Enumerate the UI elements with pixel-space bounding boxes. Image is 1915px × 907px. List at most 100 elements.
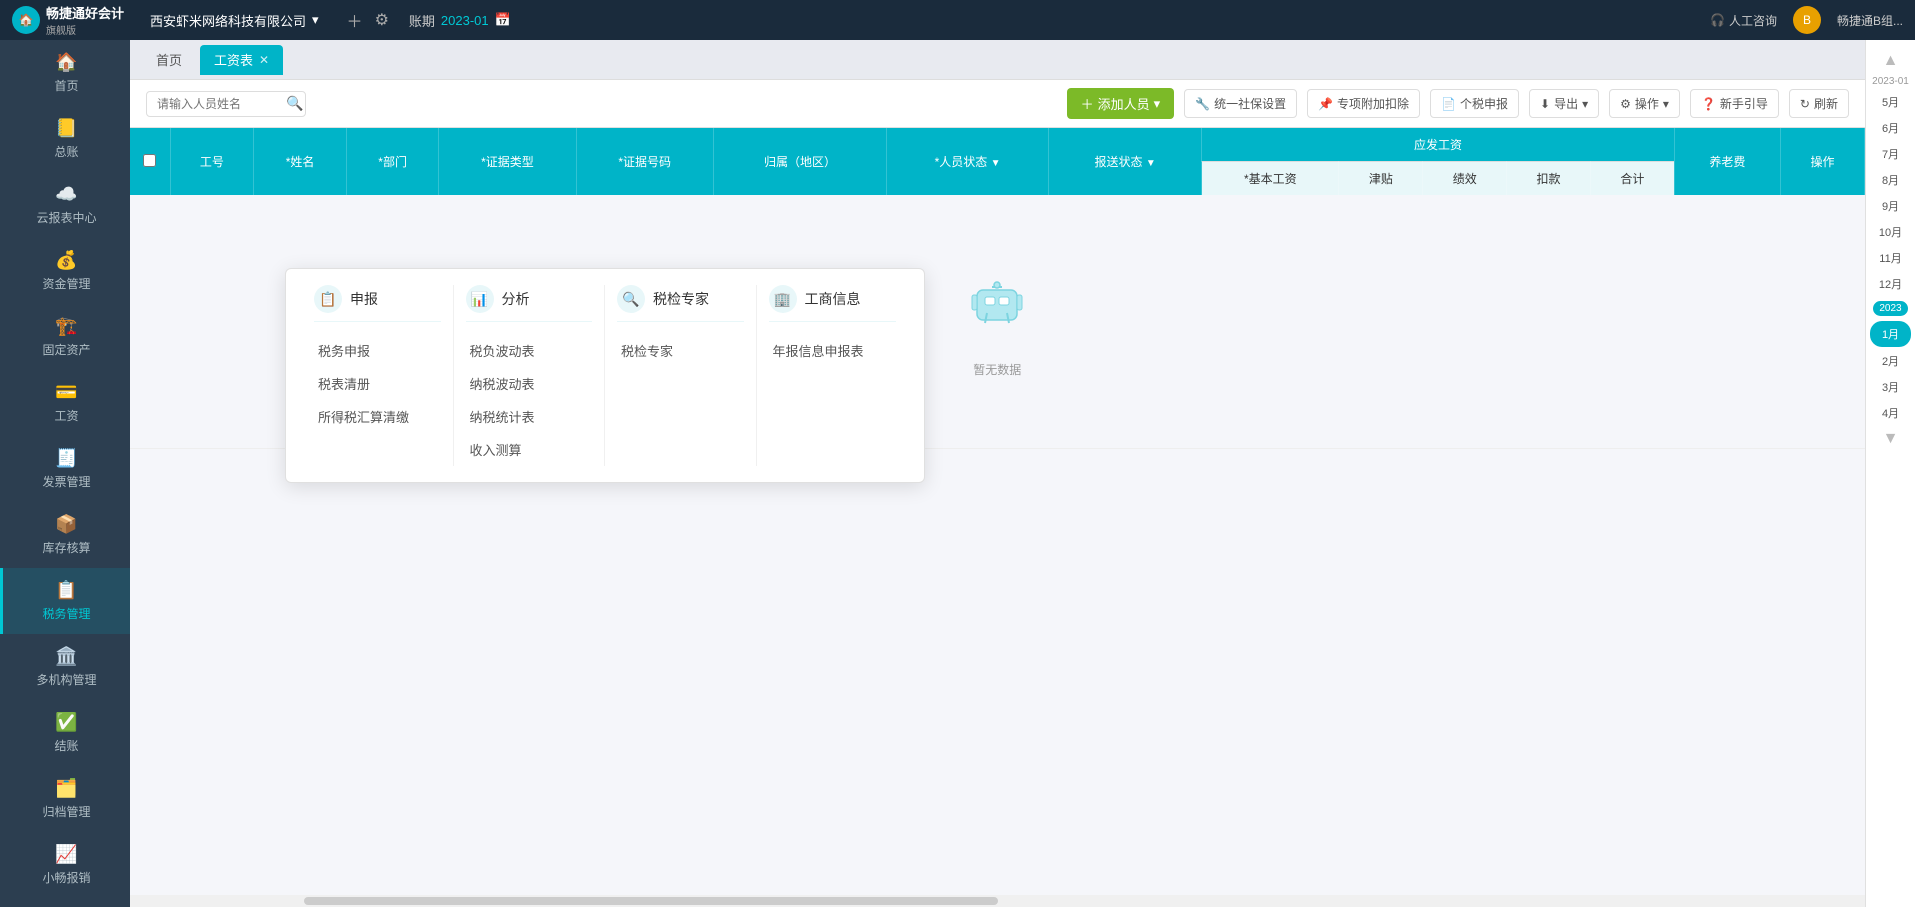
- search-input[interactable]: [146, 91, 306, 117]
- timeline-period-header: 2023-01: [1872, 74, 1909, 89]
- timeline-month-1[interactable]: 1月: [1870, 321, 1911, 347]
- menu-item-income-tax-settlement[interactable]: 所得税汇算清缴: [314, 400, 441, 433]
- special-deduction-icon: 📌: [1318, 97, 1333, 111]
- app-subtitle: 旗舰版: [46, 22, 124, 37]
- submit-filter-icon[interactable]: ▼: [1146, 158, 1156, 169]
- export-btn[interactable]: ⬇ 导出 ▾: [1529, 89, 1599, 118]
- tax-return-icon: 📄: [1441, 97, 1456, 111]
- sidebar-item-ledger[interactable]: 📒 总账: [0, 106, 130, 172]
- timeline-month-6[interactable]: 6月: [1866, 115, 1915, 141]
- th-wage-group: 应发工资: [1202, 128, 1675, 162]
- export-icon: ⬇: [1540, 97, 1550, 111]
- sidebar-item-home[interactable]: 🏠 首页: [0, 40, 130, 106]
- sidebar-item-settle[interactable]: ✅ 结账: [0, 700, 130, 766]
- sidebar-label-invoice: 发票管理: [42, 473, 90, 490]
- special-deduction-btn[interactable]: 📌 专项附加扣除: [1307, 89, 1420, 118]
- sidebar-label-archive: 归档管理: [42, 803, 90, 820]
- add-company-icon[interactable]: ＋: [347, 8, 363, 32]
- timeline-month-4[interactable]: 4月: [1866, 400, 1915, 426]
- settings-icon[interactable]: ⚙: [375, 10, 389, 30]
- add-person-button[interactable]: ＋ 添加人员 ▾: [1067, 88, 1175, 119]
- fixed-assets-icon: 🏗️: [55, 316, 77, 337]
- menu-item-tax-burden-table[interactable]: 税负波动表: [466, 334, 593, 367]
- tab-salary[interactable]: 工资表 ✕: [200, 45, 283, 75]
- support-btn[interactable]: 🎧 人工咨询: [1710, 12, 1777, 29]
- menu-item-tax-check[interactable]: 税检专家: [617, 334, 744, 367]
- scrollbar-thumb[interactable]: [304, 897, 998, 905]
- th-deduction: 扣款: [1507, 162, 1591, 196]
- special-deduction-label: 专项附加扣除: [1337, 95, 1409, 112]
- sidebar-item-fixed-assets[interactable]: 🏗️ 固定资产: [0, 304, 130, 370]
- sidebar-item-report[interactable]: 📈 小畅报销: [0, 832, 130, 898]
- user-name[interactable]: 畅捷通B组...: [1837, 12, 1903, 29]
- dropdown-menu: 📋 申报 税务申报 税表清册 所得税汇算清缴 📊 分析 税负波动表 纳税波动表 …: [285, 268, 925, 483]
- cloud-icon: ☁️: [55, 184, 77, 205]
- th-pension: 养老费: [1674, 128, 1780, 195]
- sidebar-item-payroll[interactable]: 💳 工资: [0, 370, 130, 436]
- guide-btn[interactable]: ❓ 新手引导: [1690, 89, 1779, 118]
- dropdown-arrow-icon: ▾: [312, 12, 319, 28]
- menu-item-tax-statistics[interactable]: 纳税统计表: [466, 400, 593, 433]
- guide-toolbar-icon: ❓: [1701, 97, 1716, 111]
- guide-label: 新手引导: [1720, 95, 1768, 112]
- sidebar-item-tax[interactable]: 📋 税务管理: [0, 568, 130, 634]
- th-basic: *基本工资: [1202, 162, 1339, 196]
- sidebar-item-invoice[interactable]: 🧾 发票管理: [0, 436, 130, 502]
- timeline-month-8[interactable]: 8月: [1866, 167, 1915, 193]
- toolbar-area: 🔍 ＋ 添加人员 ▾ 🔧 统一社保设置 📌 专项附加扣除 📄 个税申报 ⬇: [130, 80, 1865, 128]
- timeline-month-9[interactable]: 9月: [1866, 193, 1915, 219]
- th-performance: 绩效: [1423, 162, 1507, 196]
- settle-icon: ✅: [55, 712, 77, 733]
- timeline-up-arrow[interactable]: ▲: [1879, 48, 1903, 74]
- operation-btn[interactable]: ⚙ 操作 ▾: [1609, 89, 1680, 118]
- th-dept: *部门: [346, 128, 439, 195]
- menu-item-income-test[interactable]: 收入测算: [466, 433, 593, 466]
- company-selector[interactable]: 西安虾米网络科技有限公司 ▾: [142, 7, 327, 34]
- business-info-title: 工商信息: [805, 289, 861, 309]
- calendar-icon[interactable]: 📅: [495, 12, 511, 28]
- logo-icon: 🏠: [12, 6, 40, 34]
- timeline-month-2[interactable]: 2月: [1866, 348, 1915, 374]
- sidebar-item-fund[interactable]: 💰 资金管理: [0, 238, 130, 304]
- th-status: *人员状态 ▼: [887, 128, 1049, 195]
- th-id-no: *证据号码: [576, 128, 713, 195]
- status-filter-icon[interactable]: ▼: [991, 158, 1001, 169]
- tab-home[interactable]: 首页: [142, 45, 196, 75]
- operation-label: 操作: [1635, 95, 1659, 112]
- menu-section-analysis: 📊 分析 税负波动表 纳税波动表 纳税统计表 收入测算: [454, 285, 606, 466]
- menu-item-tax-declaration[interactable]: 税务申报: [314, 334, 441, 367]
- sidebar-item-inventory[interactable]: 📦 库存核算: [0, 502, 130, 568]
- menu-item-tax-payment-table[interactable]: 纳税波动表: [466, 367, 593, 400]
- timeline-month-11[interactable]: 11月: [1866, 245, 1915, 271]
- timeline-month-12[interactable]: 12月: [1866, 271, 1915, 297]
- select-all-header[interactable]: [130, 128, 170, 195]
- menu-item-annual-report[interactable]: 年报信息申报表: [769, 334, 897, 367]
- add-dropdown-icon: ▾: [1154, 96, 1161, 112]
- timeline-month-5[interactable]: 5月: [1866, 89, 1915, 115]
- social-insurance-icon: 🔧: [1195, 97, 1210, 111]
- sidebar-item-settings[interactable]: ⚙️ 基础设置: [0, 898, 130, 907]
- th-name: *姓名: [254, 128, 347, 195]
- sidebar-item-archive[interactable]: 🗂️ 归档管理: [0, 766, 130, 832]
- sidebar-item-cloud-report[interactable]: ☁️ 云报表中心: [0, 172, 130, 238]
- user-avatar[interactable]: B: [1793, 6, 1821, 34]
- select-all-checkbox[interactable]: [143, 154, 156, 167]
- timeline-month-7[interactable]: 7月: [1866, 141, 1915, 167]
- social-insurance-btn[interactable]: 🔧 统一社保设置: [1184, 89, 1297, 118]
- home-icon: 🏠: [55, 52, 77, 73]
- tab-close-icon[interactable]: ✕: [259, 53, 269, 67]
- menu-item-tax-form-clear[interactable]: 税表清册: [314, 367, 441, 400]
- tax-return-btn[interactable]: 📄 个税申报: [1430, 89, 1519, 118]
- timeline-month-10[interactable]: 10月: [1866, 219, 1915, 245]
- multi-org-icon: 🏛️: [55, 646, 77, 667]
- th-region: 归属（地区）: [713, 128, 886, 195]
- refresh-btn[interactable]: ↻ 刷新: [1789, 89, 1849, 118]
- horizontal-scrollbar[interactable]: [130, 895, 1865, 907]
- menu-section-header-declaration: 📋 申报: [314, 285, 441, 322]
- sidebar-item-multi-org[interactable]: 🏛️ 多机构管理: [0, 634, 130, 700]
- sidebar-label-report: 小畅报销: [42, 869, 90, 886]
- timeline-month-3[interactable]: 3月: [1866, 374, 1915, 400]
- timeline-down-arrow[interactable]: ▼: [1879, 426, 1903, 452]
- analysis-section-icon: 📊: [466, 285, 494, 313]
- social-insurance-label: 统一社保设置: [1214, 95, 1286, 112]
